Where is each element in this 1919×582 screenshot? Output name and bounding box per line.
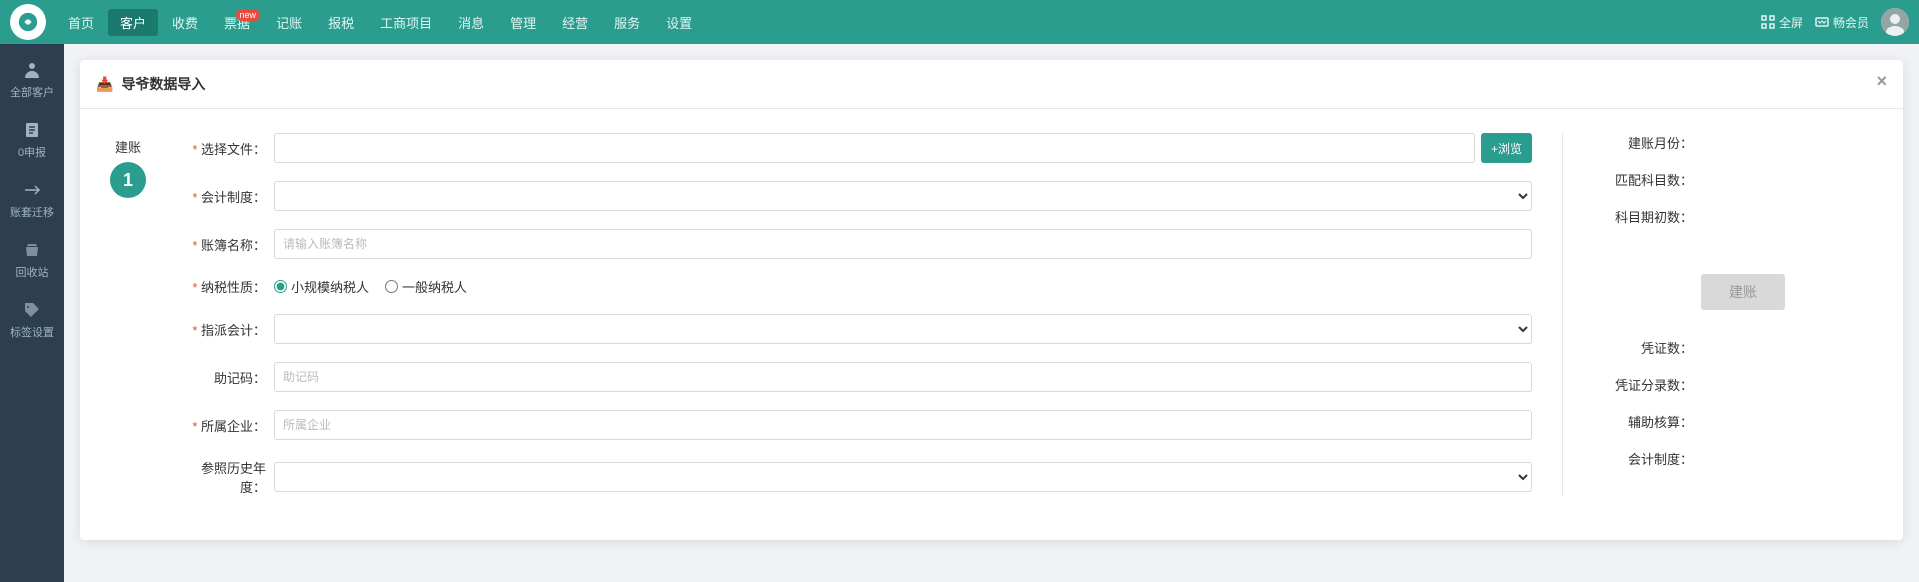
sidebar-item-all-clients[interactable]: 全部客户 xyxy=(0,52,64,108)
tax-radio-group: 小规模纳税人 一般纳税人 xyxy=(274,277,467,296)
dialog-title: 导爷数据导入 xyxy=(121,74,205,94)
form-left: 选择文件： +浏览 会计制度： xyxy=(186,133,1532,496)
file-input-wrapper: +浏览 xyxy=(274,133,1532,163)
form-right: 建账月份： 匹配科目数： 科目期初数： 建账 xyxy=(1593,133,1873,496)
history-row: 参照历史年度： xyxy=(186,458,1532,496)
accounting-label: 会计制度： xyxy=(186,187,266,206)
sidebar: 全部客户 0申报 账套迁移 回收站 标签设置 xyxy=(0,44,64,582)
match-row: 匹配科目数： xyxy=(1613,170,1873,189)
nav-bookkeeping[interactable]: 记账 xyxy=(264,9,314,36)
aux-label: 辅助核算： xyxy=(1613,412,1693,431)
step-label: 建账 xyxy=(115,137,141,156)
accounting-row: 会计制度： xyxy=(186,181,1532,211)
dialog: 📥 导爷数据导入 × 建账 1 选择文件： xyxy=(80,60,1903,540)
step-indicator: 建账 1 xyxy=(110,133,146,496)
nav-tax[interactable]: 报税 xyxy=(316,9,366,36)
tax-small-option[interactable]: 小规模纳税人 xyxy=(274,277,369,296)
voucher-label: 凭证数： xyxy=(1613,338,1693,357)
company-label: 所属企业： xyxy=(186,416,266,435)
layout: 全部客户 0申报 账套迁移 回收站 标签设置 📥 导爷数据导入 × xyxy=(0,44,1919,582)
nav-business[interactable]: 经营 xyxy=(550,9,600,36)
voucher-row: 凭证数： xyxy=(1613,338,1873,357)
top-nav: 首页 客户 收费 票据 new 记账 报税 工商项目 消息 管理 经营 服务 设… xyxy=(0,0,1919,44)
nav-clients[interactable]: 客户 xyxy=(108,9,158,36)
nav-settings[interactable]: 设置 xyxy=(654,9,704,36)
tax-type-row: 纳税性质： 小规模纳税人 一般纳税人 xyxy=(186,277,1532,296)
nav-projects[interactable]: 工商项目 xyxy=(368,9,444,36)
tax-general-radio[interactable] xyxy=(385,280,398,293)
match-label: 匹配科目数： xyxy=(1613,170,1693,189)
sidebar-item-recycle[interactable]: 回收站 xyxy=(0,232,64,288)
accountant-label: 指派会计： xyxy=(186,320,266,339)
nav-manage[interactable]: 管理 xyxy=(498,9,548,36)
company-input[interactable] xyxy=(274,410,1532,440)
history-select[interactable] xyxy=(274,462,1532,492)
sidebar-item-migrate[interactable]: 账套迁移 xyxy=(0,172,64,228)
nav-invoices[interactable]: 票据 new xyxy=(212,9,262,36)
file-input[interactable] xyxy=(274,133,1475,163)
memo-label: 助记码： xyxy=(186,368,266,387)
build-button[interactable]: 建账 xyxy=(1701,274,1785,310)
company-row: 所属企业： xyxy=(186,410,1532,440)
step-circle: 1 xyxy=(110,162,146,198)
tax-type-label: 纳税性质： xyxy=(186,277,266,296)
accounting-select[interactable] xyxy=(274,181,1532,211)
logo[interactable] xyxy=(10,4,46,40)
sidebar-item-tags[interactable]: 标签设置 xyxy=(0,292,64,348)
dialog-header: 📥 导爷数据导入 × xyxy=(80,60,1903,109)
nav-home[interactable]: 首页 xyxy=(56,9,106,36)
file-label: 选择文件： xyxy=(186,139,266,158)
nav-fees[interactable]: 收费 xyxy=(160,9,210,36)
book-name-label: 账簿名称： xyxy=(186,235,266,254)
new-badge: new xyxy=(236,9,261,21)
month-label: 建账月份： xyxy=(1613,133,1693,152)
vip-btn[interactable]: 畅会员 xyxy=(1815,14,1869,31)
init-row: 科目期初数： xyxy=(1613,207,1873,226)
accounting-system-label: 会计制度： xyxy=(1613,449,1693,468)
main-content: 📥 导爷数据导入 × 建账 1 选择文件： xyxy=(64,44,1919,582)
nav-messages[interactable]: 消息 xyxy=(446,9,496,36)
accounting-system-row: 会计制度： xyxy=(1613,449,1873,468)
memo-row: 助记码： xyxy=(186,362,1532,392)
memo-input[interactable] xyxy=(274,362,1532,392)
accountant-row: 指派会计： xyxy=(186,314,1532,344)
nav-items: 首页 客户 收费 票据 new 记账 报税 工商项目 消息 管理 经营 服务 设… xyxy=(56,9,1761,36)
sidebar-item-declare[interactable]: 0申报 xyxy=(0,112,64,168)
aux-row: 辅助核算： xyxy=(1613,412,1873,431)
voucher-entry-label: 凭证分录数： xyxy=(1613,375,1693,394)
import-icon: 📥 xyxy=(96,76,113,93)
tax-general-option[interactable]: 一般纳税人 xyxy=(385,277,467,296)
file-row: 选择文件： +浏览 xyxy=(186,133,1532,163)
fullscreen-btn[interactable]: 全屏 xyxy=(1761,14,1803,31)
book-name-row: 账簿名称： xyxy=(186,229,1532,259)
tax-small-radio[interactable] xyxy=(274,280,287,293)
form-section: 选择文件： +浏览 会计制度： xyxy=(186,133,1873,496)
history-label: 参照历史年度： xyxy=(186,458,266,496)
avatar[interactable] xyxy=(1881,8,1909,36)
nav-service[interactable]: 服务 xyxy=(602,9,652,36)
voucher-entry-row: 凭证分录数： xyxy=(1613,375,1873,394)
accountant-select[interactable] xyxy=(274,314,1532,344)
divider xyxy=(1562,133,1563,496)
close-button[interactable]: × xyxy=(1876,72,1887,90)
nav-right: 全屏 畅会员 xyxy=(1761,8,1909,36)
init-label: 科目期初数： xyxy=(1613,207,1693,226)
browse-button[interactable]: +浏览 xyxy=(1481,133,1532,163)
dialog-body: 建账 1 选择文件： +浏览 xyxy=(80,109,1903,520)
month-row: 建账月份： xyxy=(1613,133,1873,152)
book-name-input[interactable] xyxy=(274,229,1532,259)
